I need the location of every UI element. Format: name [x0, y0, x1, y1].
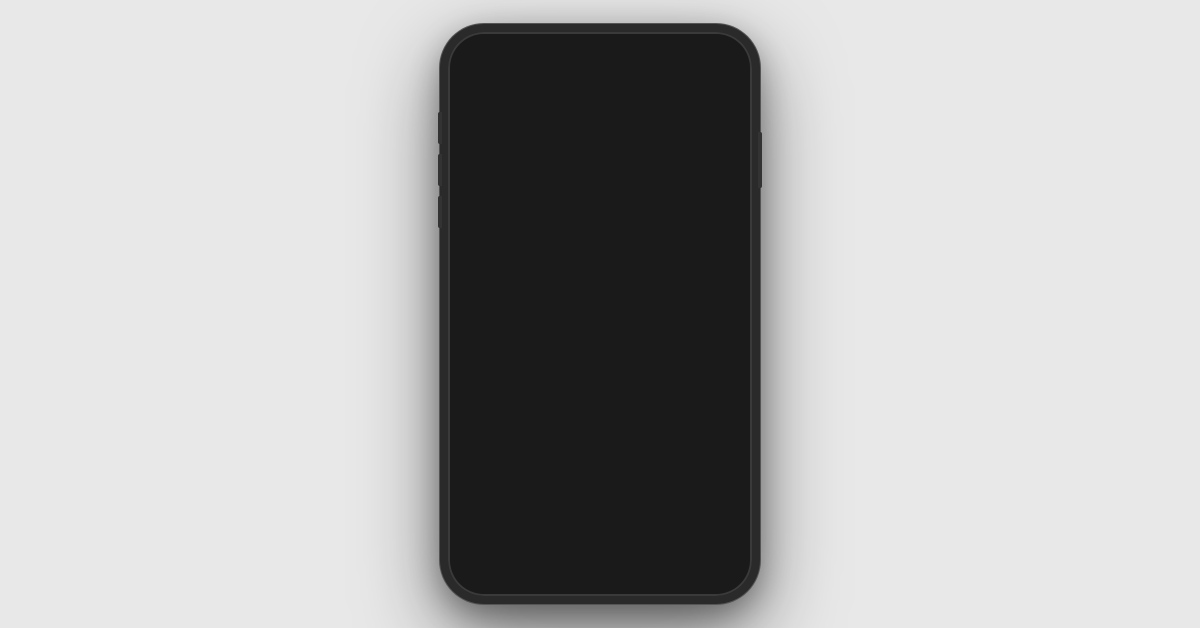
reaction-bar: ♥ 👍 👎 HAHA ‼ ?	[466, 162, 677, 207]
thumbsup-reaction[interactable]: 👍	[510, 172, 535, 197]
exclamation-reaction[interactable]: ‼	[624, 173, 634, 196]
edit-icon	[698, 455, 716, 478]
copy-menu-item[interactable]: Copy	[466, 493, 734, 544]
undo-send-icon	[698, 403, 716, 426]
blurred-text-1	[480, 108, 560, 124]
undo-send-label: Undo Send	[484, 406, 564, 424]
copy-icon	[698, 507, 716, 530]
blurred-bubble-1	[600, 62, 740, 100]
message-text: Hi lamb chop, it's only been an hour and…	[480, 206, 720, 265]
reaction-tail	[490, 203, 502, 215]
phone-screen: ♥ 👍 👎 HAHA ‼ ? Hi lamb chop, it's only b…	[448, 32, 752, 596]
reply-menu-item[interactable]: Reply	[466, 337, 734, 389]
question-reaction[interactable]: ?	[650, 173, 661, 196]
thumbsdown-reaction[interactable]: 👎	[551, 172, 576, 197]
undo-send-menu-item[interactable]: Undo Send	[466, 389, 734, 441]
copy-label: Copy	[484, 510, 521, 528]
reply-label: Reply	[484, 354, 525, 372]
reply-icon	[698, 351, 716, 374]
heart-reaction[interactable]: ♥	[482, 173, 494, 196]
haha-reaction[interactable]: HAHA	[592, 172, 608, 196]
edit-menu-item[interactable]: Edit	[466, 441, 734, 493]
context-menu: Reply Undo Send Edit	[466, 337, 734, 544]
phone-wrapper: ♥ 👍 👎 HAHA ‼ ? Hi lamb chop, it's only b…	[440, 24, 760, 604]
edit-label: Edit	[484, 458, 512, 476]
